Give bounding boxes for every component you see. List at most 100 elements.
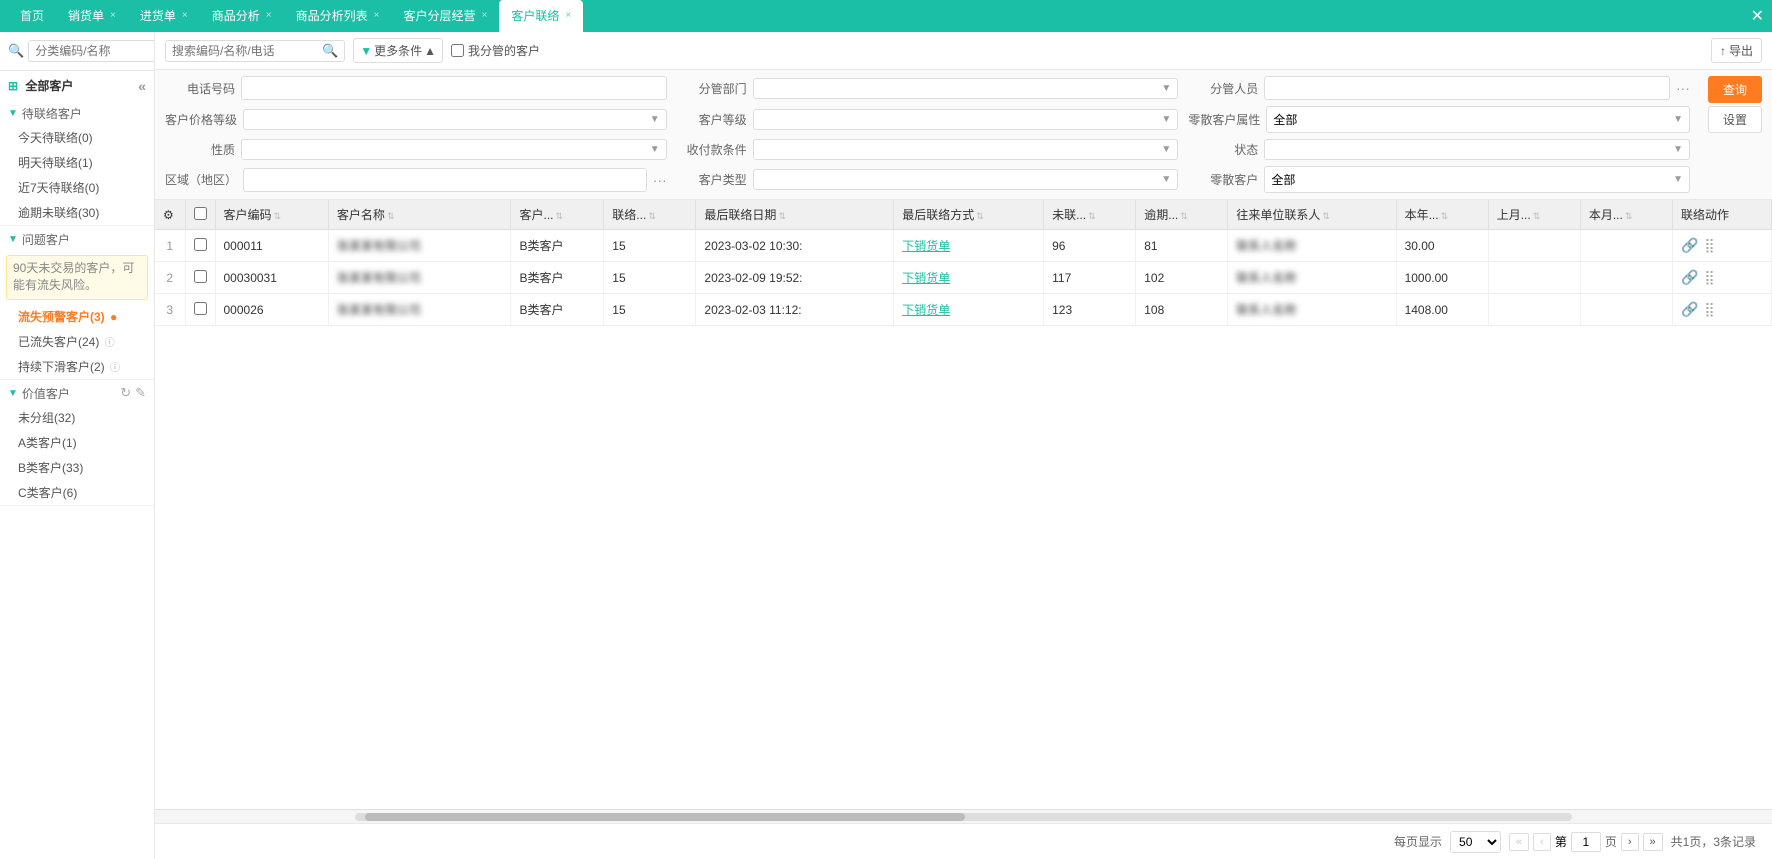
nav-analysis[interactable]: 商品分析 ×: [200, 0, 284, 32]
filter-nature-select[interactable]: ▼: [241, 139, 667, 160]
sidebar-group-problem-title[interactable]: ▼ 问题客户: [0, 226, 154, 251]
nav-analysis-list[interactable]: 商品分析列表 ×: [284, 0, 392, 32]
nav-sales[interactable]: 销货单 ×: [56, 0, 128, 32]
close-all-button[interactable]: ✕: [1751, 6, 1764, 26]
sidebar-item-class-b[interactable]: B类客户(33): [0, 455, 154, 480]
sidebar-item-7days[interactable]: 近7天待联络(0): [0, 175, 154, 200]
per-page-select[interactable]: 50 100 200: [1450, 831, 1501, 853]
th-last-month[interactable]: 上月...⇅: [1488, 200, 1580, 230]
horizontal-scrollbar[interactable]: [155, 809, 1772, 823]
filter-dept-select[interactable]: ▼: [753, 78, 1179, 99]
scroll-thumb[interactable]: [365, 813, 965, 821]
th-this-month[interactable]: 本月...⇅: [1580, 200, 1672, 230]
select-all-checkbox[interactable]: [194, 207, 207, 220]
sidebar-item-class-c[interactable]: C类客户(6): [0, 480, 154, 505]
th-overdue[interactable]: 逾期...⇅: [1136, 200, 1228, 230]
sidebar-item-churn-warning[interactable]: 流失预警客户(3) ●: [0, 304, 154, 329]
last-month-amount: [1488, 294, 1580, 326]
th-no-contact[interactable]: 未联...⇅: [1044, 200, 1136, 230]
filter-cust-level-select[interactable]: ▼: [753, 109, 1179, 130]
sidebar-item-churned[interactable]: 已流失客户(24) ⓘ: [0, 329, 154, 354]
th-unit-contacts[interactable]: 往来单位联系人⇅: [1228, 200, 1396, 230]
last-contact-way[interactable]: 下销货单: [894, 262, 1044, 294]
table-row: 3000026张某某有限公司B类客户152023-02-03 11:12:下销货…: [155, 294, 1772, 326]
row-check[interactable]: [185, 230, 215, 262]
row-check[interactable]: [185, 262, 215, 294]
settings-button[interactable]: 设置: [1708, 106, 1762, 133]
th-last-date[interactable]: 最后联络日期⇅: [696, 200, 894, 230]
th-name[interactable]: 客户名称⇅: [328, 200, 511, 230]
filter-region-input[interactable]: [243, 168, 647, 192]
sidebar-item-declining[interactable]: 持续下滑客户(2) ⓘ: [0, 354, 154, 379]
row-check[interactable]: [185, 294, 215, 326]
th-this-year[interactable]: 本年...⇅: [1396, 200, 1488, 230]
nav-analysis-list-close[interactable]: ×: [374, 0, 380, 32]
more-action-icon[interactable]: ⣿: [1704, 269, 1714, 286]
page-number-input[interactable]: [1571, 832, 1601, 852]
sidebar-item-today[interactable]: 今天待联络(0): [0, 125, 154, 150]
action-cell: 🔗 ⣿: [1672, 262, 1771, 294]
nav-purchase[interactable]: 进货单 ×: [128, 0, 200, 32]
search-icon[interactable]: 🔍: [322, 43, 338, 59]
nav-customer-tier[interactable]: 客户分层经营 ×: [391, 0, 499, 32]
search-input[interactable]: [172, 44, 322, 58]
chevron-down-icon-2: ▼: [650, 114, 660, 125]
contact-action-icon[interactable]: 🔗: [1681, 269, 1698, 286]
filter-zero-cust-select[interactable]: 全部 ▼: [1264, 166, 1690, 193]
th-code[interactable]: 客户编码⇅: [215, 200, 328, 230]
sidebar-item-class-a[interactable]: A类客户(1): [0, 430, 154, 455]
nav-analysis-close[interactable]: ×: [266, 0, 272, 32]
sidebar-all-customers[interactable]: ⊞ 全部客户 «: [0, 71, 154, 100]
my-customers-checkbox[interactable]: [451, 44, 464, 57]
filter-zero-attr-select[interactable]: 全部 ▼: [1266, 106, 1690, 133]
more-action-icon[interactable]: ⣿: [1704, 301, 1714, 318]
more-conditions-button[interactable]: ▼ 更多条件 ▲: [353, 38, 443, 63]
sort-icon-unit-contacts: ⇅: [1322, 211, 1330, 221]
th-settings[interactable]: ⚙: [155, 200, 185, 230]
sidebar-item-ungrouped[interactable]: 未分组(32): [0, 405, 154, 430]
sidebar-item-overdue[interactable]: 逾期未联络(30): [0, 200, 154, 225]
contact-action-icon[interactable]: 🔗: [1681, 237, 1698, 254]
filter-manager-input[interactable]: [1264, 76, 1670, 100]
th-contact[interactable]: 联络...⇅: [604, 200, 696, 230]
filter-zero-attr-label: 零散客户属性: [1188, 111, 1260, 128]
contact-count: 15: [604, 262, 696, 294]
sidebar-search-input[interactable]: [28, 40, 155, 62]
filter-cust-type-select[interactable]: ▼: [753, 169, 1179, 190]
prev-page-button[interactable]: ‹: [1533, 833, 1551, 851]
th-last-way[interactable]: 最后联络方式⇅: [894, 200, 1044, 230]
filter-manager-dots[interactable]: ···: [1676, 80, 1690, 96]
nav-customer-contact[interactable]: 客户联络 ×: [499, 0, 583, 32]
query-button[interactable]: 查询: [1708, 76, 1762, 103]
filter-status-select[interactable]: ▼: [1264, 139, 1690, 160]
filter-region-dots[interactable]: ···: [653, 172, 667, 188]
this-month-amount: [1580, 230, 1672, 262]
value-refresh-icon[interactable]: ↻: [120, 385, 131, 401]
filter-price-level-select[interactable]: ▼: [243, 109, 667, 130]
last-page-button[interactable]: »: [1643, 833, 1663, 851]
nav-sales-close[interactable]: ×: [110, 0, 116, 32]
sidebar-collapse-button[interactable]: «: [138, 78, 146, 94]
sidebar-group-value-title[interactable]: ▼ 价值客户 ↻ ✎: [0, 380, 154, 405]
value-edit-icon[interactable]: ✎: [135, 385, 146, 401]
filter-phone-input[interactable]: [241, 76, 667, 100]
contact-action-icon[interactable]: 🔗: [1681, 301, 1698, 318]
sidebar-group-pending-title[interactable]: ▼ 待联络客户: [0, 100, 154, 125]
last-contact-way[interactable]: 下销货单: [894, 294, 1044, 326]
last-month-amount: [1488, 230, 1580, 262]
sidebar-item-tomorrow[interactable]: 明天待联络(1): [0, 150, 154, 175]
last-contact-way[interactable]: 下销货单: [894, 230, 1044, 262]
next-page-button[interactable]: ›: [1621, 833, 1639, 851]
first-page-button[interactable]: «: [1509, 833, 1529, 851]
nav-customer-tier-close[interactable]: ×: [481, 0, 487, 32]
filter-payment-select[interactable]: ▼: [753, 139, 1179, 160]
nav-home[interactable]: 首页: [8, 0, 56, 32]
export-button[interactable]: ↑ 导出: [1711, 38, 1762, 63]
no-contact-days: 96: [1044, 230, 1136, 262]
filter-zero-cust: 零散客户 全部 ▼: [1188, 166, 1690, 193]
customer-name: 张某某有限公司: [328, 294, 511, 326]
th-type[interactable]: 客户...⇅: [511, 200, 604, 230]
nav-purchase-close[interactable]: ×: [182, 0, 188, 32]
nav-customer-contact-close[interactable]: ×: [565, 0, 571, 32]
more-action-icon[interactable]: ⣿: [1704, 237, 1714, 254]
